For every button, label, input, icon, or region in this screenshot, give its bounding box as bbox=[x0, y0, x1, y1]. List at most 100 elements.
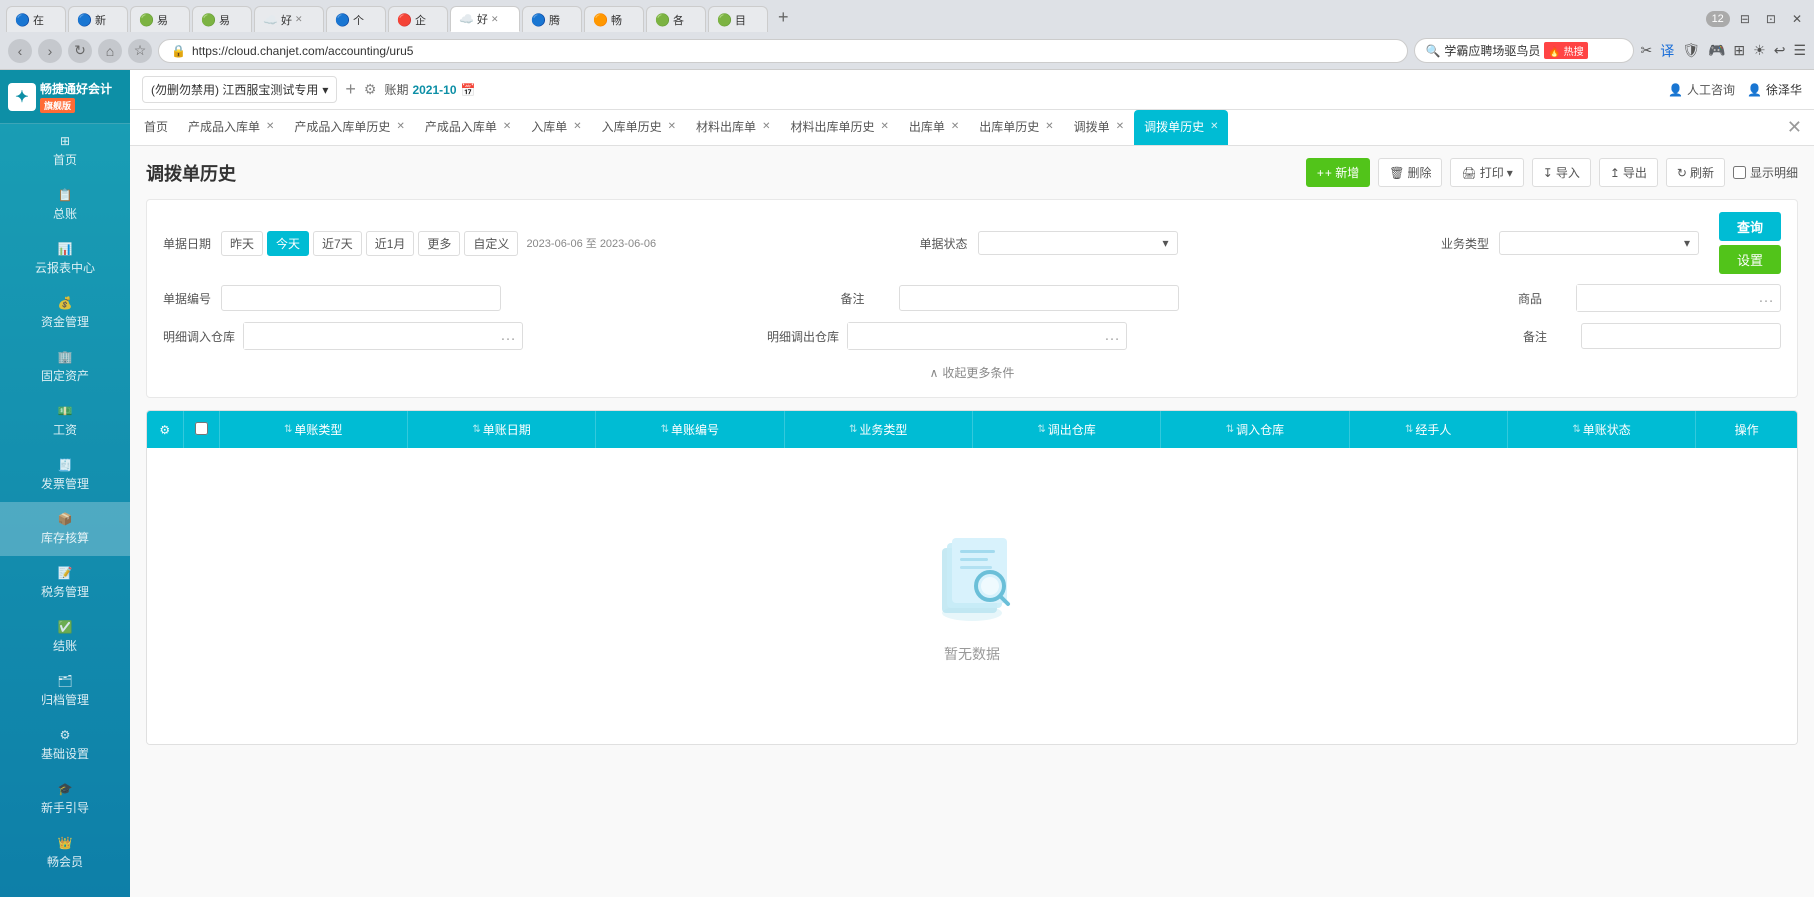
goods-more-icon[interactable]: … bbox=[1752, 289, 1780, 307]
tab-material-out-history[interactable]: 材料出库单历史 ✕ bbox=[780, 110, 898, 146]
refresh-button[interactable]: ↻ 刷新 bbox=[1666, 158, 1725, 187]
sidebar-item-invoice[interactable]: 🧾 发票管理 bbox=[0, 448, 130, 502]
sidebar-item-asset[interactable]: 🏢 固定资产 bbox=[0, 340, 130, 394]
close-icon[interactable]: ✕ bbox=[1210, 121, 1218, 132]
collapse-filters-button[interactable]: ∧ 收起更多条件 bbox=[918, 360, 1027, 385]
theme-icon[interactable]: ☀ bbox=[1753, 42, 1766, 59]
search-button[interactable]: 查询 bbox=[1719, 212, 1781, 241]
undo-icon[interactable]: ↩ bbox=[1774, 42, 1786, 59]
game-icon[interactable]: 🎮 bbox=[1708, 42, 1725, 59]
print-button[interactable]: 🖨 打印 ▾ bbox=[1450, 158, 1523, 187]
col-date[interactable]: ⇅ 单账日期 bbox=[407, 411, 595, 448]
tab-stock-out[interactable]: 出库单 ✕ bbox=[899, 110, 969, 146]
company-settings-button[interactable]: ⚙ bbox=[364, 81, 377, 98]
close-icon[interactable]: ✕ bbox=[762, 121, 770, 132]
sidebar-item-stock[interactable]: 📦 库存核算 bbox=[0, 502, 130, 556]
today-btn[interactable]: 今天 bbox=[267, 231, 309, 256]
user-menu[interactable]: 👤 徐泽华 bbox=[1747, 81, 1802, 98]
note-input[interactable] bbox=[899, 285, 1179, 311]
more-btn[interactable]: 更多 bbox=[418, 231, 460, 256]
new-tab-button[interactable]: + bbox=[770, 3, 797, 32]
tab-transfer-history[interactable]: 调拨单历史 ✕ bbox=[1134, 110, 1228, 146]
note2-input[interactable] bbox=[1581, 323, 1781, 349]
col-check[interactable] bbox=[183, 411, 219, 448]
display-toggle-checkbox[interactable] bbox=[1733, 166, 1746, 179]
tab[interactable]: 🟢易 bbox=[130, 6, 190, 32]
tab[interactable]: 🟢各 bbox=[646, 6, 706, 32]
close-all-tabs-button[interactable]: ✕ bbox=[1779, 113, 1810, 142]
week-btn[interactable]: 近7天 bbox=[313, 231, 362, 256]
close-icon[interactable]: ✕ bbox=[668, 121, 676, 132]
add-company-button[interactable]: + bbox=[345, 79, 356, 100]
detail-in-input[interactable] bbox=[244, 323, 490, 349]
select-all-checkbox[interactable] bbox=[195, 422, 208, 435]
col-out-warehouse[interactable]: ⇅ 调出仓库 bbox=[972, 411, 1160, 448]
tab[interactable]: ☁️好✕ bbox=[254, 6, 324, 32]
sidebar-item-tax[interactable]: 📝 税务管理 bbox=[0, 556, 130, 610]
tab-stock-out-history[interactable]: 出库单历史 ✕ bbox=[969, 110, 1063, 146]
display-toggle-label[interactable]: 显示明细 bbox=[1733, 164, 1798, 181]
tab[interactable]: 🔵在 bbox=[6, 6, 66, 32]
home-button[interactable]: ⌂ bbox=[98, 39, 122, 63]
sidebar-item-report[interactable]: 📊 云报表中心 bbox=[0, 232, 130, 286]
sidebar-item-payroll[interactable]: 💵 工资 bbox=[0, 394, 130, 448]
export-button[interactable]: ↥ 导出 bbox=[1599, 158, 1658, 187]
delete-button[interactable]: 🗑 删除 bbox=[1378, 158, 1442, 187]
tab-product-in2[interactable]: 产成品入库单 ✕ bbox=[415, 110, 521, 146]
tab[interactable]: 🔴企 bbox=[388, 6, 448, 32]
sidebar-item-archive[interactable]: 🗂 归档管理 bbox=[0, 664, 130, 718]
extension-icon[interactable]: 🛡 bbox=[1682, 42, 1700, 59]
forward-button[interactable]: › bbox=[38, 39, 62, 63]
tab-stock-in[interactable]: 入库单 ✕ bbox=[521, 110, 591, 146]
sidebar-item-home[interactable]: ⊞ 首页 bbox=[0, 124, 130, 178]
menu-icon[interactable]: ☰ bbox=[1793, 42, 1806, 59]
col-num[interactable]: ⇅ 单账编号 bbox=[596, 411, 784, 448]
close-icon[interactable]: ✕ bbox=[396, 121, 404, 132]
close-icon[interactable]: ✕ bbox=[880, 121, 888, 132]
sidebar-item-ledger[interactable]: 📋 总账 bbox=[0, 178, 130, 232]
sidebar-item-capital[interactable]: 💰 资金管理 bbox=[0, 286, 130, 340]
month-btn[interactable]: 近1月 bbox=[366, 231, 415, 256]
tab-product-in-history[interactable]: 产成品入库单历史 ✕ bbox=[284, 110, 414, 146]
detail-out-more-icon[interactable]: … bbox=[1098, 327, 1126, 345]
close-icon[interactable]: ✕ bbox=[503, 121, 511, 132]
tab[interactable]: ☁️好✕ bbox=[450, 6, 520, 32]
cut-icon[interactable]: ✂ bbox=[1640, 42, 1652, 59]
custom-btn[interactable]: 自定义 bbox=[464, 231, 518, 256]
gear-icon[interactable]: ⚙ bbox=[159, 423, 170, 437]
biztype-select[interactable]: ▾ bbox=[1499, 231, 1699, 255]
col-handler[interactable]: ⇅ 经手人 bbox=[1349, 411, 1507, 448]
tab[interactable]: 🟢易 bbox=[192, 6, 252, 32]
col-in-warehouse[interactable]: ⇅ 调入仓库 bbox=[1161, 411, 1349, 448]
col-status[interactable]: ⇅ 单账状态 bbox=[1507, 411, 1695, 448]
address-bar[interactable]: 🔒 https://cloud.chanjet.com/accounting/u… bbox=[158, 39, 1408, 63]
tab-product-in[interactable]: 产成品入库单 ✕ bbox=[178, 110, 284, 146]
close-icon[interactable]: ✕ bbox=[1045, 121, 1053, 132]
window-controls[interactable]: ⊟ ⊡ ✕ bbox=[1734, 10, 1808, 28]
yesterday-btn[interactable]: 昨天 bbox=[221, 231, 263, 256]
tab[interactable]: 🔵腾 bbox=[522, 6, 582, 32]
bookmark-button[interactable]: ☆ bbox=[128, 39, 152, 63]
tab-transfer[interactable]: 调拨单 ✕ bbox=[1064, 110, 1134, 146]
period-selector[interactable]: 账期 2021-10 📅 bbox=[384, 81, 475, 98]
new-record-button[interactable]: + + 新增 bbox=[1306, 158, 1370, 187]
browser-search-area[interactable]: 🔍 学霸应聘场驱鸟员 🔥 热搜 bbox=[1414, 38, 1634, 63]
tab-stock-in-history[interactable]: 入库单历史 ✕ bbox=[592, 110, 686, 146]
translate-icon[interactable]: 译 bbox=[1660, 41, 1674, 61]
close-icon[interactable]: ✕ bbox=[266, 121, 274, 132]
tab[interactable]: 🔵新 bbox=[68, 6, 128, 32]
close-icon[interactable]: ✕ bbox=[951, 121, 959, 132]
settings-button[interactable]: 设置 bbox=[1719, 245, 1781, 274]
customer-service[interactable]: 👤 人工咨询 bbox=[1668, 81, 1735, 98]
status-select[interactable]: ▾ bbox=[978, 231, 1178, 255]
tab[interactable]: 🟢目 bbox=[708, 6, 768, 32]
docnum-input[interactable] bbox=[221, 285, 501, 311]
tab-material-out[interactable]: 材料出库单 ✕ bbox=[686, 110, 780, 146]
goods-input[interactable] bbox=[1577, 285, 1748, 311]
sidebar-item-settings[interactable]: ⚙ 基础设置 bbox=[0, 718, 130, 772]
company-selector[interactable]: (勿删勿禁用) 江西服宝测试专用 ▾ bbox=[142, 76, 337, 103]
back-button[interactable]: ‹ bbox=[8, 39, 32, 63]
tab-home[interactable]: 首页 bbox=[134, 110, 178, 146]
close-icon[interactable]: ✕ bbox=[573, 121, 581, 132]
close-icon[interactable]: ✕ bbox=[1116, 121, 1124, 132]
